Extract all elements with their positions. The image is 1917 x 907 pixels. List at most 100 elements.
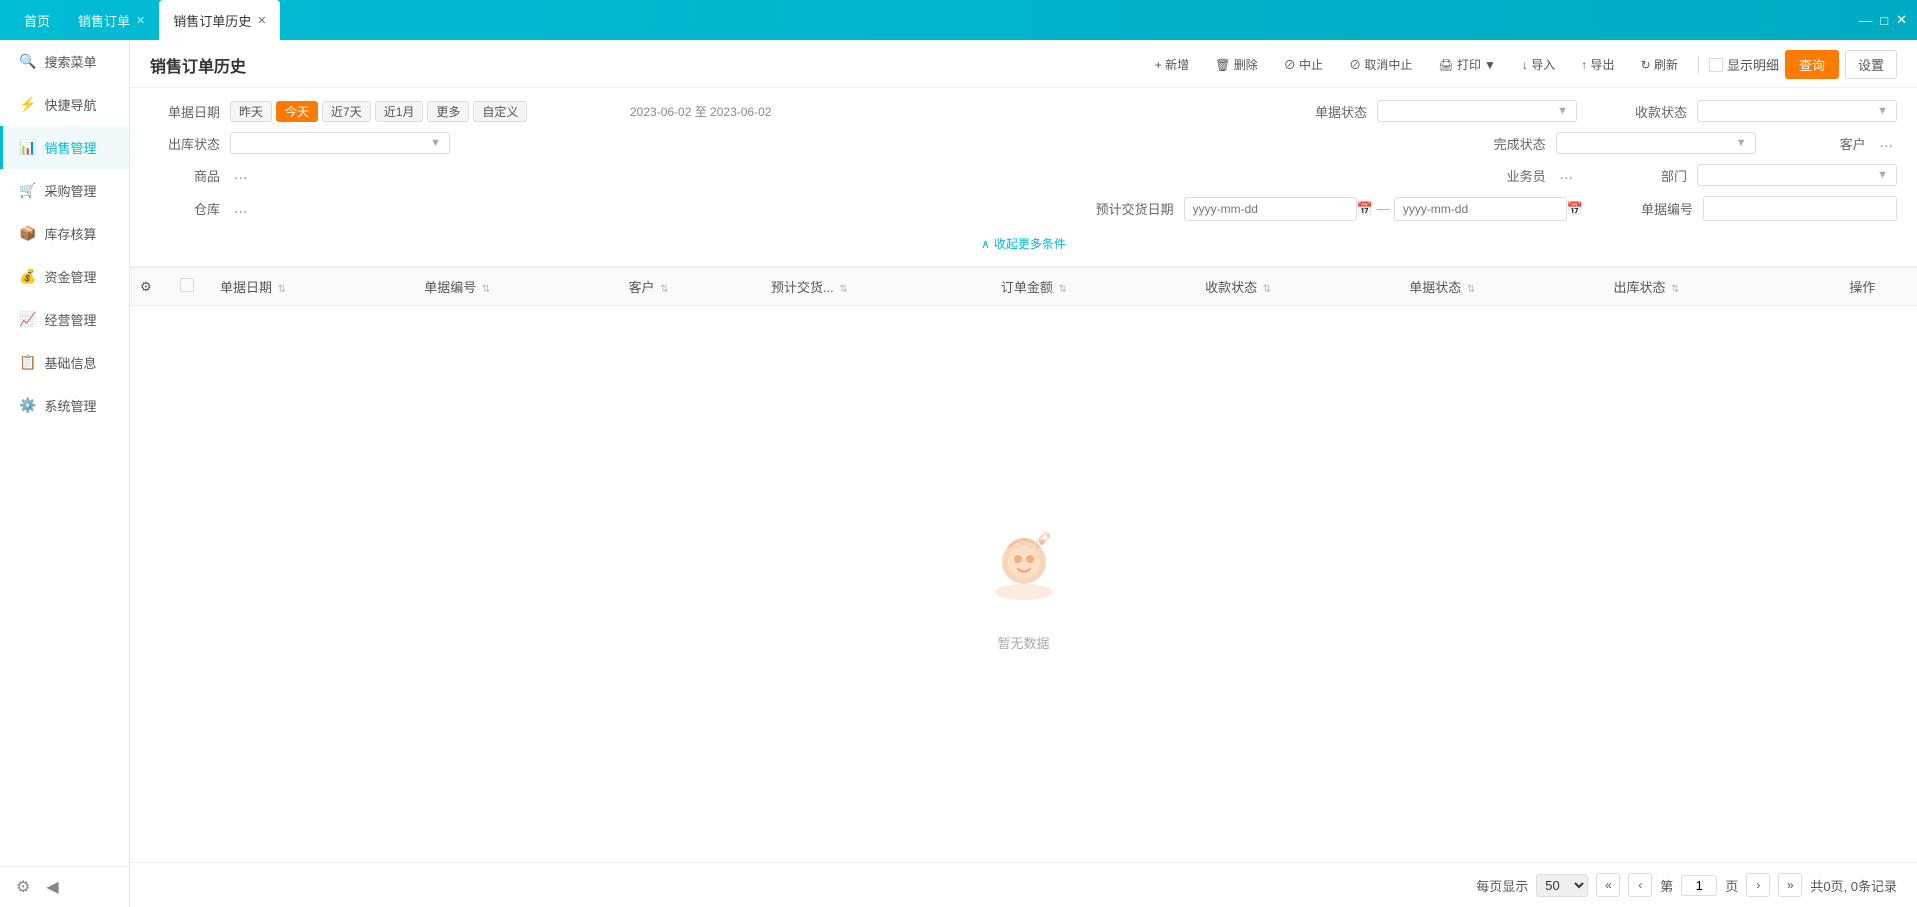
customer-input[interactable]: ... [1876,134,1897,152]
date-dash: — [1373,201,1394,216]
date-tag-yesterday[interactable]: 昨天 [230,101,272,122]
col-settings[interactable]: ⚙ [130,268,170,306]
tab-sales-order[interactable]: 销售订单 ✕ [64,0,159,40]
col-operation: 操作 [1808,268,1917,306]
filter-area: 单据日期 昨天 今天 近7天 近1月 更多 自定义 2023-06-02 至 2… [130,88,1917,267]
settings-gear-icon[interactable]: ⚙ [140,279,152,294]
delivery-date-to[interactable] [1394,197,1567,221]
maximize-btn[interactable]: □ [1880,13,1888,28]
import-btn[interactable]: ↓ 导入 [1512,52,1565,77]
sidebar-item-quick-nav[interactable]: ⚡ 快捷导航 [0,83,129,126]
date-tag-7days[interactable]: 近7天 [322,101,371,122]
department-select[interactable]: ▼ [1697,164,1897,186]
sidebar-settings-btn[interactable]: ⚙ [16,877,30,897]
goods-input[interactable]: ... [230,166,251,184]
sidebar-collapse-btn[interactable]: ◀ [46,877,58,897]
select-all-checkbox[interactable] [180,278,194,292]
sidebar-item-operations-mgmt[interactable]: 📈 经营管理 [0,298,129,341]
col-customer[interactable]: 客户 ⇅ [618,268,761,306]
date-label: 单据日期 [150,102,230,121]
filter-row-2: 出库状态 ▼ 完成状态 ▼ 客户 ... [150,132,1897,154]
print-btn[interactable]: 🖨 打印 ▼ [1428,52,1505,77]
date-tag-1month[interactable]: 近1月 [375,101,424,122]
expected-delivery-label: 预计交货日期 [1094,199,1184,218]
collapse-up-icon: ∧ [981,237,990,251]
bill-number-label: 单据编号 [1623,199,1703,218]
goods-label: 商品 [150,166,230,185]
minimize-btn[interactable]: — [1859,13,1872,28]
toolbar: + 新增 🗑 删除 ⊘ 中止 ⊘ 取消中止 🖨 打印 ▼ ↓ 导入 ↑ 导出 ↻… [1145,50,1897,79]
receive-status-chevron: ▼ [1877,105,1888,117]
delete-btn[interactable]: 🗑 删除 [1205,52,1268,77]
date-tag-custom[interactable]: 自定义 [473,101,527,122]
system-mgmt-icon: ⚙️ [19,397,36,414]
bill-status-chevron: ▼ [1557,105,1568,117]
top-bar-actions: — □ ✕ [1859,12,1907,28]
empty-text: 暂无数据 [997,633,1049,652]
sidebar-item-basic-info[interactable]: 📋 基础信息 [0,341,129,384]
prev-page-btn[interactable]: ‹ [1628,873,1652,897]
filter-row-1: 单据日期 昨天 今天 近7天 近1月 更多 自定义 2023-06-02 至 2… [150,100,1897,122]
page-size-label: 每页显示 [1476,876,1528,895]
date-tag-more[interactable]: 更多 [427,101,469,122]
warehouse-input[interactable]: ... [230,200,251,218]
sales-mgmt-icon: 📊 [19,139,36,156]
department-chevron: ▼ [1877,169,1888,181]
col-outbound-status[interactable]: 出库状态 ⇅ [1604,268,1808,306]
col-order-amount[interactable]: 订单金额 ⇅ [991,268,1195,306]
col-date[interactable]: 单据日期 ⇅ [210,268,414,306]
toolbar-divider [1698,56,1699,74]
total-records-text: 共0页, 0条记录 [1810,876,1897,895]
calendar-to-icon[interactable]: 📅 [1567,201,1583,217]
sort-amount-icon: ⇅ [1059,284,1067,295]
tab-sales-order-history-close[interactable]: ✕ [257,14,266,27]
stop-btn[interactable]: ⊘ 中止 [1274,52,1333,77]
salesperson-input[interactable]: ... [1556,166,1577,184]
tab-sales-order-close[interactable]: ✕ [136,14,145,27]
col-bill-no[interactable]: 单据编号 ⇅ [414,268,618,306]
completion-status-select[interactable]: ▼ [1556,132,1756,154]
delivery-date-from[interactable] [1184,197,1357,221]
sidebar-item-sales-mgmt[interactable]: 📊 销售管理 [0,126,129,169]
sidebar-item-inventory-calc[interactable]: 📦 库存核算 [0,212,129,255]
page-input[interactable] [1681,875,1717,896]
jump-label: 第 [1660,876,1673,895]
data-table: ⚙ 单据日期 ⇅ 单据编号 ⇅ [130,267,1917,306]
page-label: 页 [1725,876,1738,895]
col-check[interactable] [170,268,210,306]
refresh-btn[interactable]: ↻ 刷新 [1631,52,1688,77]
show-detail-wrapper: 显示明细 [1709,55,1779,74]
query-btn[interactable]: 查询 [1785,50,1839,79]
tab-sales-order-history[interactable]: 销售订单历史 ✕ [159,0,280,40]
col-expected-delivery[interactable]: 预计交货... ⇅ [761,268,991,306]
cancel-stop-btn[interactable]: ⊘ 取消中止 [1339,52,1422,77]
completion-status-chevron: ▼ [1736,137,1747,149]
page-size-select[interactable]: 50 10 20 100 [1536,874,1588,897]
bill-number-input[interactable] [1703,196,1897,221]
tab-home[interactable]: 首页 [10,0,64,40]
date-tag-today[interactable]: 今天 [276,101,318,122]
next-page-btn[interactable]: › [1746,873,1770,897]
outbound-status-chevron: ▼ [430,137,441,149]
show-detail-checkbox[interactable] [1709,58,1723,72]
calendar-from-icon[interactable]: 📅 [1357,201,1373,217]
first-page-btn[interactable]: « [1596,873,1620,897]
window-close-btn[interactable]: ✕ [1896,12,1907,28]
collapse-row[interactable]: ∧ 收起更多条件 [150,231,1897,254]
export-btn[interactable]: ↑ 导出 [1571,52,1624,77]
quick-nav-icon: ⚡ [19,96,36,113]
col-bill-status[interactable]: 单据状态 ⇅ [1399,268,1603,306]
col-receive-status[interactable]: 收款状态 ⇅ [1195,268,1399,306]
receive-status-select[interactable]: ▼ [1697,100,1897,122]
main-layout: 🔍 搜索菜单 ⚡ 快捷导航 📊 销售管理 🛒 采购管理 📦 库存核算 💰 资金管… [0,40,1917,907]
sidebar-item-purchase-mgmt[interactable]: 🛒 采购管理 [0,169,129,212]
finance-mgmt-icon: 💰 [19,268,36,285]
settings-btn[interactable]: 设置 [1845,50,1897,79]
bill-status-select[interactable]: ▼ [1377,100,1577,122]
last-page-btn[interactable]: » [1778,873,1802,897]
sidebar-item-search[interactable]: 🔍 搜索菜单 [0,40,129,83]
sidebar-item-system-mgmt[interactable]: ⚙️ 系统管理 [0,384,129,427]
sidebar-item-finance-mgmt[interactable]: 💰 资金管理 [0,255,129,298]
new-btn[interactable]: + 新增 [1145,52,1199,77]
outbound-status-select[interactable]: ▼ [230,132,450,154]
